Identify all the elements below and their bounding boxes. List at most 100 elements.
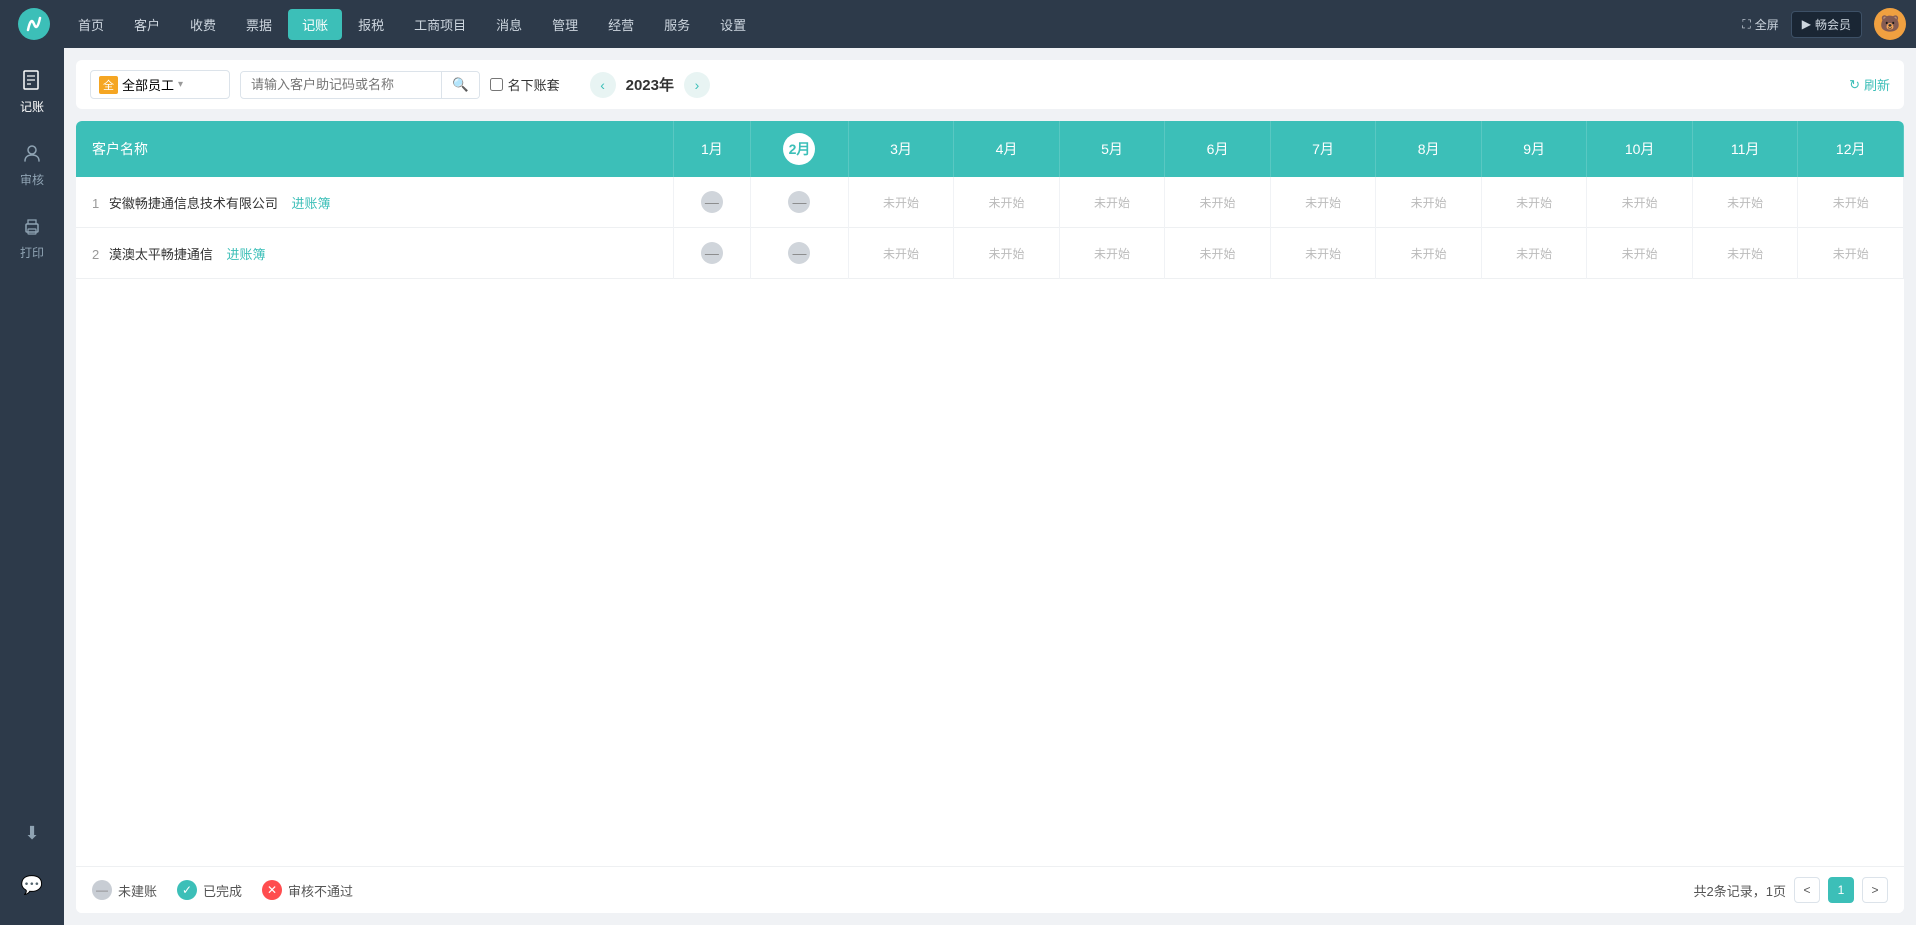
footer: — 未建账 ✓ 已完成 ✕ 审核不通过 共2条记录，1页 < 1 >: [76, 866, 1904, 913]
legend-icon-complete: ✓: [177, 880, 197, 900]
nav-home[interactable]: 首页: [64, 9, 118, 40]
my-accounts-checkbox[interactable]: [490, 78, 503, 91]
nav-service[interactable]: 服务: [650, 9, 704, 40]
legend-label-rejected: 审核不通过: [288, 881, 353, 900]
sidebar-bottom: ⬇ 💬: [0, 809, 64, 925]
chat-icon: 💬: [18, 871, 46, 899]
col-jun: 6月: [1165, 121, 1271, 177]
col-may: 5月: [1059, 121, 1165, 177]
col-oct: 10月: [1587, 121, 1693, 177]
row1-jan: —: [673, 177, 751, 228]
main-table: 客户名称 1月 2月 3月 4月 5月 6月 7月 8月 9月: [76, 121, 1904, 279]
enter-link-1[interactable]: 进账簿: [292, 196, 331, 211]
nav-client[interactable]: 客户: [120, 9, 174, 40]
dash-icon: —: [788, 242, 810, 264]
search-button[interactable]: 🔍: [441, 72, 479, 98]
client-name-2: 漠澳太平畅捷通信: [109, 247, 213, 262]
legend-rejected: ✕ 审核不通过: [262, 880, 353, 900]
enter-link-2[interactable]: 进账簿: [227, 247, 266, 262]
prev-page-button[interactable]: <: [1794, 877, 1820, 903]
legend-unbuilt: — 未建账: [92, 880, 157, 900]
client-num-2: 2: [92, 247, 99, 262]
legend-label-unbuilt: 未建账: [118, 881, 157, 900]
refresh-button[interactable]: ↻ 刷新: [1849, 75, 1890, 94]
pagination: 共2条记录，1页 < 1 >: [1694, 877, 1888, 903]
row2-jun: 未开始: [1165, 228, 1271, 279]
col-aug: 8月: [1376, 121, 1482, 177]
sidebar-item-download[interactable]: ⬇: [0, 809, 64, 857]
row2-sep: 未开始: [1481, 228, 1587, 279]
vip-button[interactable]: ▶ 畅会员: [1791, 11, 1862, 38]
row1-feb: —: [751, 177, 849, 228]
table-row: 1 安徽畅捷通信息技术有限公司 进账簿 — — 未开始 未开始 未开始 未开始 …: [76, 177, 1904, 228]
nav-operation[interactable]: 经营: [594, 9, 648, 40]
total-records: 共2条记录，1页: [1694, 881, 1786, 900]
row2-oct: 未开始: [1587, 228, 1693, 279]
user-avatar[interactable]: 🐻: [1874, 8, 1906, 40]
row2-jan: —: [673, 228, 751, 279]
table-row: 2 漠澳太平畅捷通信 进账簿 — — 未开始 未开始 未开始 未开始 未开始 未…: [76, 228, 1904, 279]
row1-may: 未开始: [1059, 177, 1165, 228]
legend-icon-rejected: ✕: [262, 880, 282, 900]
fullscreen-label: 全屏: [1755, 16, 1779, 33]
nav-business[interactable]: 工商项目: [400, 9, 480, 40]
sidebar-item-chat[interactable]: 💬: [0, 861, 64, 909]
col-sep: 9月: [1481, 121, 1587, 177]
nav-tax[interactable]: 报税: [344, 9, 398, 40]
nav-bookkeeping[interactable]: 记账: [288, 9, 342, 40]
my-accounts-label: 名下账套: [508, 75, 560, 94]
sidebar-item-print[interactable]: 打印: [0, 202, 64, 271]
nav-manage[interactable]: 管理: [538, 9, 592, 40]
sidebar-label-audit: 审核: [20, 171, 44, 188]
year-prev-button[interactable]: ‹: [590, 72, 616, 98]
col-dec: 12月: [1798, 121, 1904, 177]
content-area: 全 全部员工 ▾ 🔍 名下账套 ‹ 2023年 › ↻ 刷新: [64, 48, 1916, 925]
col-mar: 3月: [848, 121, 954, 177]
employee-select[interactable]: 全 全部员工 ▾: [90, 70, 230, 99]
sidebar-item-bookkeeping[interactable]: 记账: [0, 56, 64, 125]
row2-dec: 未开始: [1798, 228, 1904, 279]
dash-icon: —: [701, 191, 723, 213]
row2-jul: 未开始: [1270, 228, 1376, 279]
sidebar-label-print: 打印: [20, 244, 44, 261]
legend-complete: ✓ 已完成: [177, 880, 242, 900]
year-next-button[interactable]: ›: [684, 72, 710, 98]
next-page-button[interactable]: >: [1862, 877, 1888, 903]
nav-message[interactable]: 消息: [482, 9, 536, 40]
bookkeeping-icon: [18, 66, 46, 94]
nav-fee[interactable]: 收费: [176, 9, 230, 40]
client-cell-1: 1 安徽畅捷通信息技术有限公司 进账簿: [76, 177, 673, 228]
row2-feb: —: [751, 228, 849, 279]
year-nav: ‹ 2023年 ›: [590, 72, 710, 98]
my-accounts-checkbox-label[interactable]: 名下账套: [490, 75, 560, 94]
refresh-icon: ↻: [1849, 77, 1860, 93]
col-feb: 2月: [751, 121, 849, 177]
nav-settings[interactable]: 设置: [706, 9, 760, 40]
search-box: 🔍: [240, 71, 480, 99]
logo: [10, 8, 58, 40]
chevron-down-icon: ▾: [178, 79, 183, 90]
row1-jun: 未开始: [1165, 177, 1271, 228]
row2-nov: 未开始: [1692, 228, 1798, 279]
download-icon: ⬇: [18, 819, 46, 847]
year-display: 2023年: [626, 74, 674, 95]
current-page-button[interactable]: 1: [1828, 877, 1854, 903]
row1-jul: 未开始: [1270, 177, 1376, 228]
client-num-1: 1: [92, 196, 99, 211]
nav-items: 首页 客户 收费 票据 记账 报税 工商项目 消息 管理 经营 服务 设置: [64, 9, 1742, 40]
row1-nov: 未开始: [1692, 177, 1798, 228]
client-name-1: 安徽畅捷通信息技术有限公司: [109, 196, 278, 211]
col-nov: 11月: [1692, 121, 1798, 177]
row2-apr: 未开始: [954, 228, 1060, 279]
fullscreen-button[interactable]: ⛶ 全屏: [1742, 16, 1778, 33]
dash-icon: —: [701, 242, 723, 264]
nav-ticket[interactable]: 票据: [232, 9, 286, 40]
row1-dec: 未开始: [1798, 177, 1904, 228]
col-apr: 4月: [954, 121, 1060, 177]
legend-label-complete: 已完成: [203, 881, 242, 900]
sidebar-item-audit[interactable]: 审核: [0, 129, 64, 198]
sidebar: 记账 审核 打印 ⬇: [0, 48, 64, 925]
col-jan: 1月: [673, 121, 751, 177]
search-input[interactable]: [241, 72, 441, 97]
col-jul: 7月: [1270, 121, 1376, 177]
